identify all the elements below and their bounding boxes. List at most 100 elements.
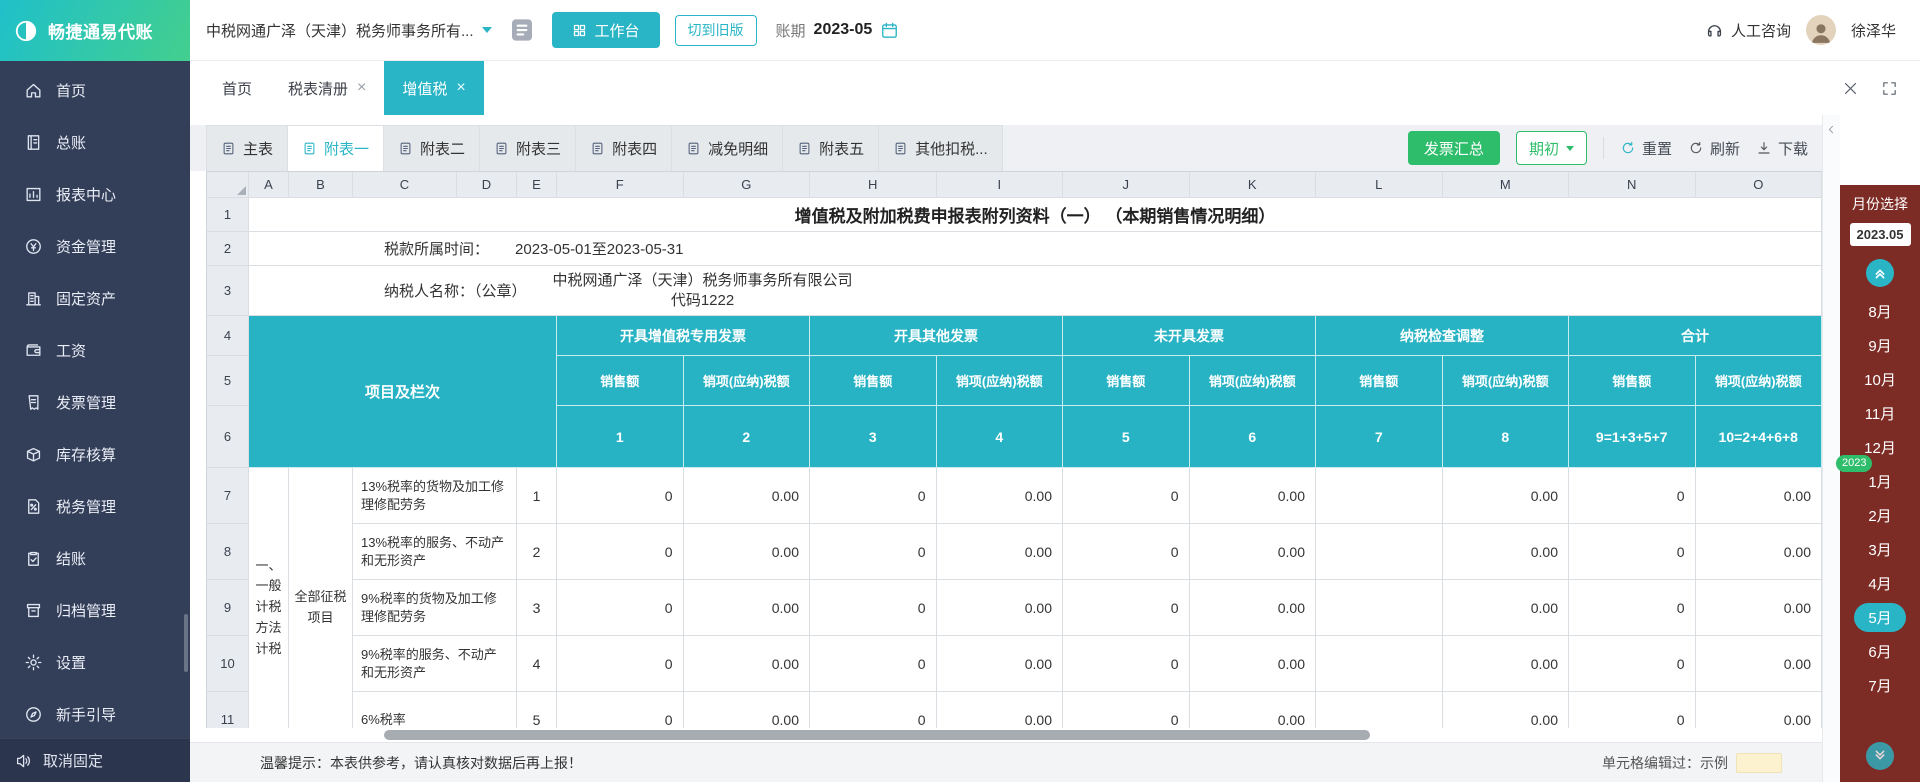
data-cell[interactable]: 0 — [557, 636, 684, 692]
item-label-cell[interactable]: 13%税率的服务、不动产和无形资产 — [353, 524, 517, 580]
data-cell[interactable] — [1316, 580, 1443, 636]
data-cell[interactable]: 0.00 — [1442, 524, 1569, 580]
column-header[interactable]: D — [457, 172, 517, 198]
unpin-sidebar-button[interactable]: 取消固定 — [0, 738, 190, 782]
month-item[interactable]: 10月 — [1852, 362, 1908, 396]
data-cell[interactable]: 0.00 — [936, 468, 1063, 524]
workbench-button[interactable]: 工作台 — [551, 12, 660, 48]
sidebar-item-archive[interactable]: 归档管理 — [0, 584, 190, 636]
row-header[interactable]: 4 — [207, 316, 249, 356]
data-cell[interactable]: 0.00 — [684, 692, 810, 728]
data-cell[interactable]: 0.00 — [1695, 636, 1822, 692]
data-cell[interactable]: 0 — [1569, 692, 1696, 728]
data-cell[interactable]: 0 — [810, 692, 937, 728]
data-cell[interactable]: 0.00 — [683, 636, 810, 692]
item-label-cell[interactable]: 13%税率的货物及加工修理修配劳务 — [353, 468, 517, 524]
subtab-appendix-4[interactable]: 附表四 — [576, 126, 673, 171]
data-cell[interactable]: 0.00 — [1189, 524, 1316, 580]
column-header[interactable]: K — [1189, 172, 1316, 198]
data-cell[interactable]: 0 — [1569, 580, 1696, 636]
data-cell[interactable]: 0 — [557, 468, 684, 524]
data-cell[interactable]: 0.00 — [936, 524, 1063, 580]
month-item[interactable]: 9月 — [1852, 328, 1908, 362]
tab-vat[interactable]: 增值税 × — [384, 61, 484, 115]
line-number-cell[interactable]: 4 — [517, 636, 557, 692]
avatar[interactable] — [1805, 15, 1836, 45]
sidebar-item-payroll[interactable]: 工资 — [0, 324, 190, 376]
data-cell[interactable]: 0.00 — [1695, 580, 1822, 636]
data-cell[interactable]: 0.00 — [937, 692, 1063, 728]
month-item[interactable]: 8月 — [1852, 294, 1908, 328]
data-cell[interactable]: 0 — [1063, 636, 1190, 692]
data-cell[interactable]: 0.00 — [936, 580, 1063, 636]
row-header[interactable]: 9 — [207, 580, 249, 636]
tab-tax-register[interactable]: 税表清册 × — [270, 61, 384, 115]
sidebar-item-fixed-assets[interactable]: 固定资产 — [0, 272, 190, 324]
notebook-icon[interactable] — [507, 15, 537, 45]
row-header[interactable]: 6 — [207, 406, 249, 468]
select-all-corner[interactable] — [207, 172, 249, 198]
month-item[interactable]: 2月 — [1852, 498, 1908, 532]
column-header[interactable]: B — [289, 172, 353, 198]
sidebar-item-general-ledger[interactable]: 总账 — [0, 116, 190, 168]
sidebar-item-funds[interactable]: 资金管理 — [0, 220, 190, 272]
subtab-appendix-3[interactable]: 附表三 — [480, 126, 577, 171]
data-cell[interactable]: 0 — [1063, 580, 1190, 636]
item-label-cell[interactable]: 6%税率 — [353, 692, 517, 728]
month-item[interactable]: 11月 — [1852, 396, 1908, 430]
close-icon[interactable] — [1842, 80, 1859, 97]
scroll-months-down-button[interactable] — [1866, 742, 1894, 770]
data-cell[interactable]: 0 — [810, 524, 937, 580]
row-header[interactable]: 5 — [207, 356, 249, 406]
line-number-cell[interactable]: 2 — [517, 524, 557, 580]
column-header[interactable]: A — [249, 172, 289, 198]
data-cell[interactable]: 0 — [1569, 468, 1696, 524]
fullscreen-icon[interactable] — [1881, 80, 1898, 97]
current-period-box[interactable]: 2023.05 — [1849, 223, 1911, 246]
close-tab-icon[interactable]: × — [357, 80, 366, 96]
sidebar-item-invoice[interactable]: 发票管理 — [0, 376, 190, 428]
tab-home[interactable]: 首页 — [204, 61, 270, 115]
month-item[interactable]: 3月 — [1852, 532, 1908, 566]
month-item[interactable]: 2023 1月 — [1836, 455, 1908, 498]
row-header[interactable]: 1 — [207, 198, 249, 232]
data-cell[interactable] — [1316, 692, 1443, 728]
data-cell[interactable]: 0.00 — [683, 580, 810, 636]
data-cell[interactable] — [1316, 636, 1443, 692]
data-cell[interactable]: 0.00 — [1189, 636, 1316, 692]
data-cell[interactable]: 0.00 — [1695, 524, 1822, 580]
column-header[interactable]: M — [1442, 172, 1569, 198]
column-header[interactable]: C — [353, 172, 457, 198]
month-item[interactable]: 4月 — [1852, 566, 1908, 600]
column-header[interactable]: G — [683, 172, 810, 198]
column-header[interactable]: F — [557, 172, 684, 198]
refresh-button[interactable]: 刷新 — [1688, 138, 1740, 159]
line-number-cell[interactable]: 1 — [517, 468, 557, 524]
data-cell[interactable]: 0 — [810, 468, 937, 524]
scroll-months-up-button[interactable] — [1866, 259, 1894, 287]
subtab-appendix-5[interactable]: 附表五 — [783, 126, 880, 171]
column-header[interactable]: L — [1316, 172, 1443, 198]
month-item-selected[interactable]: 5月 — [1854, 602, 1906, 632]
data-cell[interactable]: 0.00 — [1189, 580, 1316, 636]
sidebar-scrollbar-thumb[interactable] — [184, 614, 188, 672]
month-item[interactable]: 7月 — [1852, 668, 1908, 702]
column-header[interactable]: N — [1569, 172, 1696, 198]
data-cell[interactable]: 0 — [1569, 636, 1696, 692]
calendar-icon[interactable] — [880, 21, 899, 40]
item-label-cell[interactable]: 9%税率的货物及加工修理修配劳务 — [353, 580, 517, 636]
sidebar-item-guide[interactable]: 新手引导 — [0, 688, 190, 738]
data-cell[interactable]: 0.00 — [1443, 692, 1569, 728]
username[interactable]: 徐泽华 — [1851, 20, 1896, 41]
column-header[interactable]: O — [1695, 172, 1822, 198]
human-support-button[interactable]: 人工咨询 — [1705, 20, 1791, 41]
collapse-chevron-icon[interactable] — [1825, 123, 1838, 782]
invoice-summary-button[interactable]: 发票汇总 — [1407, 131, 1500, 165]
switch-old-version-button[interactable]: 切到旧版 — [674, 14, 757, 46]
data-cell[interactable]: 0.00 — [936, 636, 1063, 692]
data-cell[interactable]: 0 — [810, 636, 937, 692]
sidebar-item-closing[interactable]: 结账 — [0, 532, 190, 584]
data-cell[interactable]: 0 — [1569, 524, 1696, 580]
data-cell[interactable]: 0.00 — [1442, 580, 1569, 636]
sidebar-item-settings[interactable]: 设置 — [0, 636, 190, 688]
